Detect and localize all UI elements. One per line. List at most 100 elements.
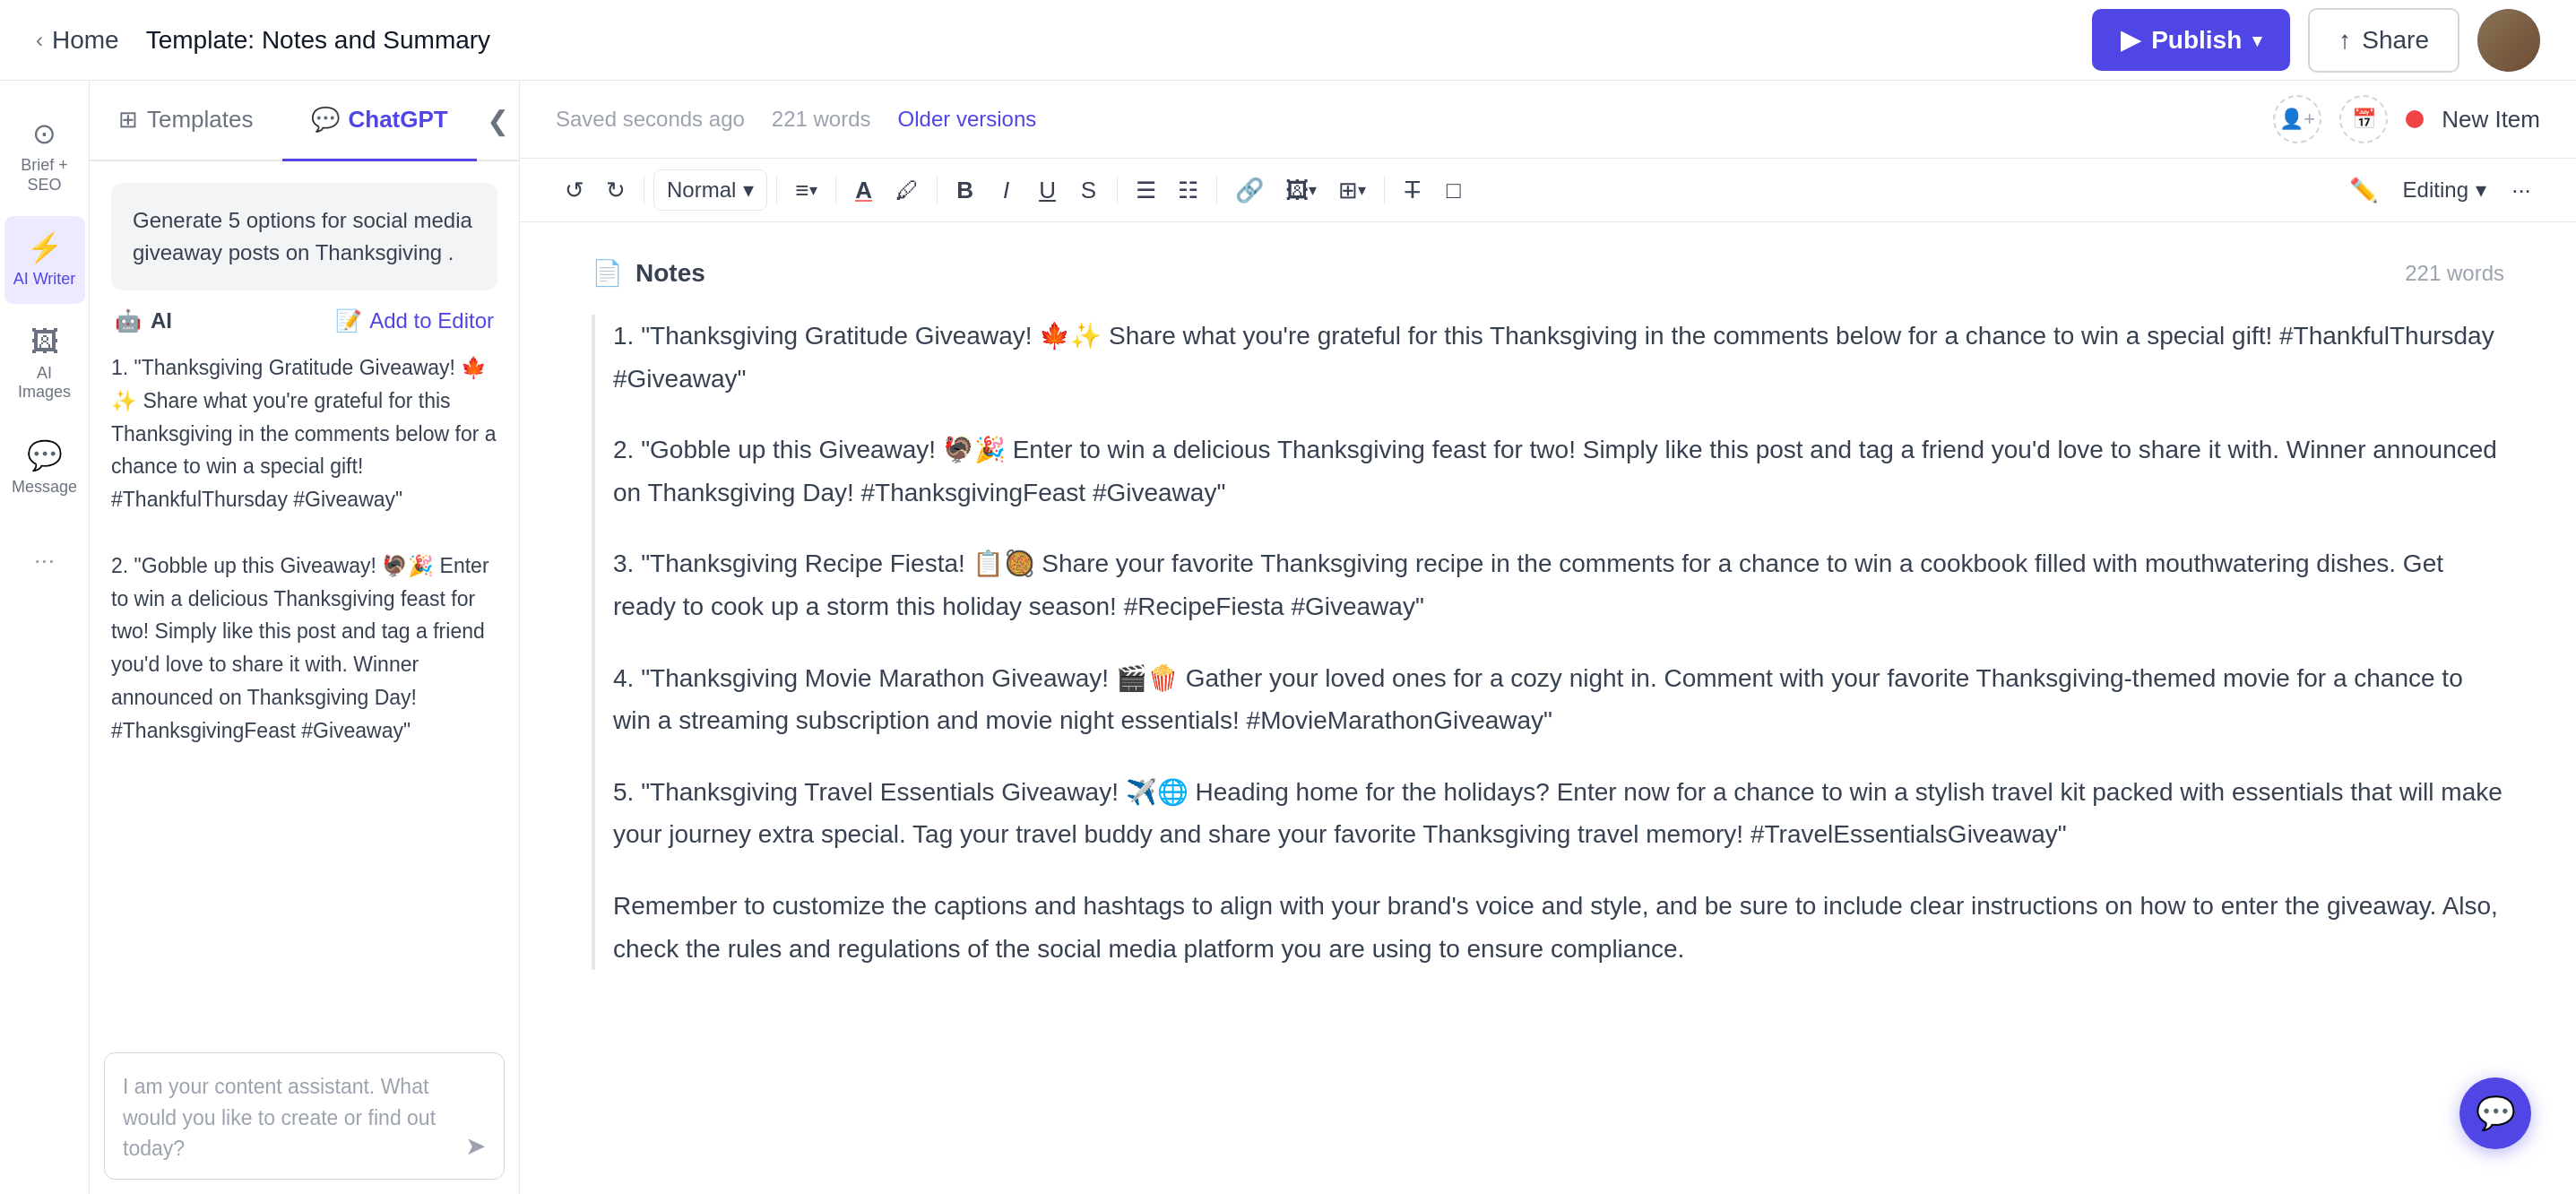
schedule-button[interactable]: 📅 xyxy=(2339,95,2388,143)
publish-icon: ▶ xyxy=(2121,25,2140,55)
toolbar-divider-5 xyxy=(1117,176,1118,204)
editor-content[interactable]: 📄 Notes 221 words 1. "Thanksgiving Grati… xyxy=(520,222,2576,1194)
clear-format-icon: T̶ xyxy=(1405,177,1420,204)
publish-label: Publish xyxy=(2151,26,2242,55)
add-to-editor-label: Add to Editor xyxy=(369,308,494,333)
strike-button[interactable]: S xyxy=(1070,171,1108,209)
comment-button[interactable]: □ xyxy=(1435,171,1473,209)
comment-icon: □ xyxy=(1447,177,1461,204)
more-icon: ··· xyxy=(34,546,55,574)
publish-button[interactable]: ▶ Publish ▾ xyxy=(2092,9,2290,71)
more-options-button[interactable]: ··· xyxy=(2503,171,2540,209)
strike-icon: S xyxy=(1081,177,1096,204)
style-selector[interactable]: Normal ▾ xyxy=(653,169,767,211)
status-indicator xyxy=(2406,110,2424,128)
brief-seo-icon: ⊙ xyxy=(32,117,56,151)
content-text-1: 1. "Thanksgiving Gratitude Giveaway! 🍁✨ … xyxy=(613,322,2494,393)
ordered-list-button[interactable]: ☷ xyxy=(1169,171,1207,209)
sidebar-more-button[interactable]: ··· xyxy=(25,537,64,584)
editor-top-right: 👤+ 📅 New Item xyxy=(2273,95,2540,143)
home-link[interactable]: ‹ Home xyxy=(36,26,119,55)
bullet-icon: ☰ xyxy=(1136,177,1156,204)
toolbar-divider-3 xyxy=(835,176,836,204)
panel-tabs: ⊞ Templates 💬 ChatGPT ❮ xyxy=(90,81,519,161)
main-layout: ⊙ Brief + SEO ⚡ AI Writer 🖼 AI Images 💬 … xyxy=(0,81,2576,1194)
highlight-icon: 🖊 xyxy=(895,177,919,204)
bot-icon: 🤖 xyxy=(115,308,142,333)
share-icon: ↑ xyxy=(2338,26,2351,55)
align-icon: ≡ xyxy=(795,177,808,204)
ai-images-icon: 🖼 xyxy=(30,325,59,359)
sidebar-label-message: Message xyxy=(12,478,77,497)
chatgpt-tab-icon: 💬 xyxy=(311,106,340,134)
highlight-button[interactable]: 🖊 xyxy=(886,171,928,209)
text-color-button[interactable]: A xyxy=(845,171,883,209)
ai-response-header: 🤖 AI 📝 Add to Editor xyxy=(111,308,497,333)
saved-status: Saved seconds ago xyxy=(556,107,745,132)
toolbar-divider-2 xyxy=(776,176,777,204)
chat-input-area: ➤ xyxy=(104,1052,505,1180)
editing-chevron-icon: ▾ xyxy=(2476,177,2486,203)
bold-button[interactable]: B xyxy=(947,171,984,209)
nav-left: ‹ Home Template: Notes and Summary xyxy=(36,26,490,55)
sidebar-label-ai-images: AI Images xyxy=(13,364,76,402)
word-count-display: 221 words xyxy=(2405,261,2504,286)
pencil-icon-btn[interactable]: ✏️ xyxy=(2340,171,2387,209)
notes-header: 📄 Notes 221 words xyxy=(592,258,2504,288)
bullet-list-button[interactable]: ☰ xyxy=(1127,171,1165,209)
text-color-icon: A xyxy=(855,177,872,204)
templates-tab-label: Templates xyxy=(147,106,254,134)
content-item-5: 5. "Thanksgiving Travel Essentials Givea… xyxy=(613,771,2504,856)
notes-icon: 📄 xyxy=(592,258,623,288)
clear-format-button[interactable]: T̶ xyxy=(1394,171,1431,209)
content-item-4: 4. "Thanksgiving Movie Marathon Giveaway… xyxy=(613,657,2504,742)
assign-user-button[interactable]: 👤+ xyxy=(2273,95,2321,143)
collapse-panel-button[interactable]: ❮ xyxy=(477,81,519,160)
sidebar-item-ai-images[interactable]: 🖼 AI Images xyxy=(4,311,85,417)
user-message: Generate 5 options for social media give… xyxy=(111,183,497,290)
top-navigation: ‹ Home Template: Notes and Summary ▶ Pub… xyxy=(0,0,2576,81)
notes-title: 📄 Notes xyxy=(592,258,705,288)
content-text-4: 4. "Thanksgiving Movie Marathon Giveaway… xyxy=(613,664,2463,735)
content-area: 1. "Thanksgiving Gratitude Giveaway! 🍁✨ … xyxy=(592,315,2504,970)
italic-icon: I xyxy=(1003,177,1009,204)
older-versions-link[interactable]: Older versions xyxy=(898,107,1037,132)
send-icon: ➤ xyxy=(465,1132,486,1160)
add-to-editor-button[interactable]: 📝 Add to Editor xyxy=(335,308,494,333)
align-chevron-icon: ▾ xyxy=(809,180,817,200)
publish-chevron-icon: ▾ xyxy=(2252,30,2261,51)
redo-button[interactable]: ↻ xyxy=(597,171,635,209)
user-avatar[interactable] xyxy=(2477,9,2540,72)
share-label: Share xyxy=(2362,26,2429,55)
send-button[interactable]: ➤ xyxy=(465,1131,486,1161)
tab-templates[interactable]: ⊞ Templates xyxy=(90,81,282,161)
nav-right: ▶ Publish ▾ ↑ Share xyxy=(2092,8,2540,73)
sidebar-item-ai-writer[interactable]: ⚡ AI Writer xyxy=(4,216,85,304)
sidebar-item-brief-seo[interactable]: ⊙ Brief + SEO xyxy=(4,102,85,209)
template-label: Template: Notes and Summary xyxy=(146,26,490,55)
tab-chatgpt[interactable]: 💬 ChatGPT xyxy=(282,81,477,161)
table-chevron-icon: ▾ xyxy=(1358,180,1366,200)
italic-button[interactable]: I xyxy=(988,171,1025,209)
underline-button[interactable]: U xyxy=(1029,171,1067,209)
support-chat-button[interactable]: 💬 xyxy=(2459,1077,2531,1149)
share-button[interactable]: ↑ Share xyxy=(2308,8,2459,73)
align-button[interactable]: ≡ ▾ xyxy=(786,171,826,209)
user-message-text: Generate 5 options for social media give… xyxy=(133,208,472,264)
editing-label: Editing xyxy=(2403,177,2468,203)
redo-icon: ↻ xyxy=(606,177,626,204)
undo-icon: ↺ xyxy=(565,177,584,204)
collapse-icon: ❮ xyxy=(487,105,509,136)
chat-input[interactable] xyxy=(123,1071,454,1161)
content-item-1: 1. "Thanksgiving Gratitude Giveaway! 🍁✨ … xyxy=(613,315,2504,400)
undo-button[interactable]: ↺ xyxy=(556,171,593,209)
editing-selector[interactable]: Editing ▾ xyxy=(2390,170,2499,210)
table-button[interactable]: ⊞ ▾ xyxy=(1329,171,1375,209)
editor-top-bar: Saved seconds ago 221 words Older versio… xyxy=(520,81,2576,159)
image-button[interactable]: 🖼 ▾ xyxy=(1276,171,1326,209)
style-chevron-icon: ▾ xyxy=(743,177,754,203)
link-button[interactable]: 🔗 xyxy=(1226,171,1273,209)
sidebar-item-message[interactable]: 💬 Message xyxy=(4,424,85,512)
support-chat-icon: 💬 xyxy=(2476,1094,2516,1132)
pencil-icon: ✏️ xyxy=(2349,177,2378,204)
